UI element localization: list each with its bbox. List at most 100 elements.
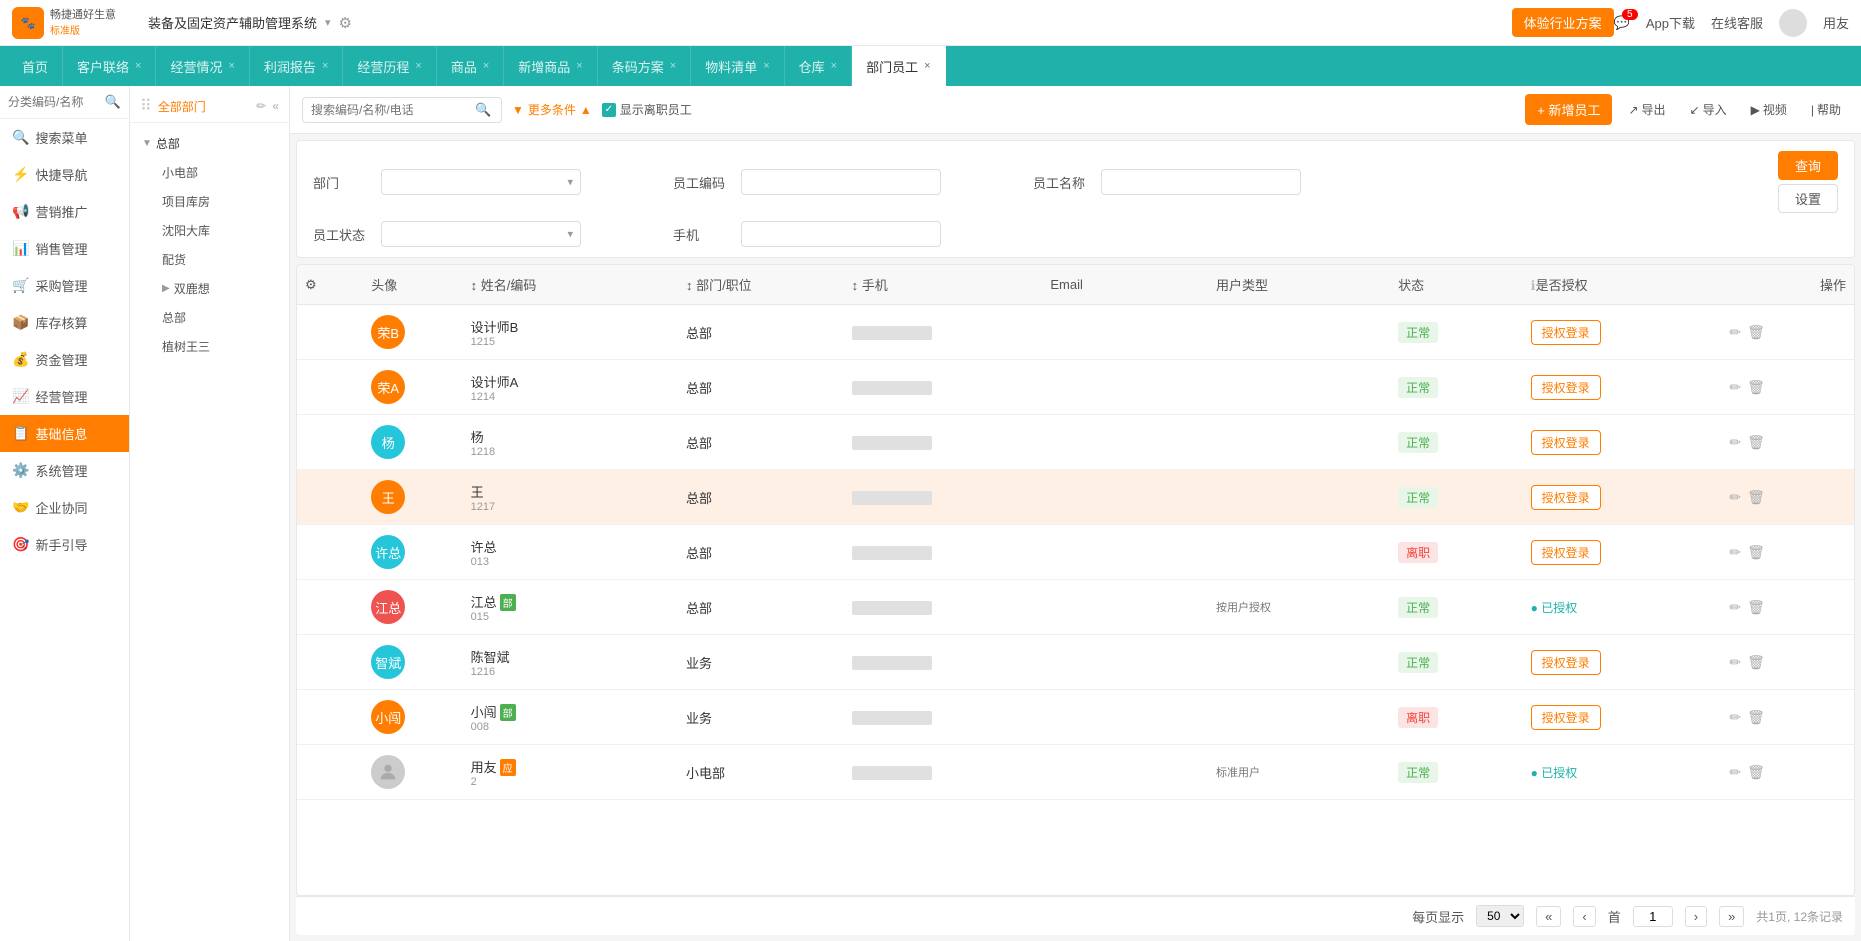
nav-tab-仓库[interactable]: 仓库 × [785, 46, 852, 86]
sidebar-item-快捷导航[interactable]: ⚡快捷导航 [0, 156, 129, 193]
import-btn[interactable]: ↙ 导入 [1682, 97, 1735, 122]
page-size-select[interactable]: 50 [1476, 905, 1524, 927]
close-tab-icon[interactable]: × [228, 60, 234, 72]
export-btn[interactable]: ↗ 导出 [1620, 97, 1673, 122]
auth-login-btn[interactable]: 授权登录 [1531, 485, 1601, 510]
system-title-dropdown[interactable]: ▾ [325, 16, 331, 29]
query-button[interactable]: 查询 [1778, 151, 1838, 180]
nav-tab-利润报告[interactable]: 利润报告 × [250, 46, 343, 86]
employee-name-input[interactable] [1101, 169, 1301, 195]
edit-icon[interactable]: ✏ [1729, 599, 1741, 616]
show-resigned-toggle[interactable]: ✓ 显示离职员工 [602, 101, 692, 118]
delete-icon[interactable]: 🗑 [1747, 709, 1765, 726]
sidebar-item-搜索菜单[interactable]: 🔍搜索菜单 [0, 119, 129, 156]
sidebar-item-库存核算[interactable]: 📦库存核算 [0, 304, 129, 341]
online-service-link[interactable]: 在线客服 [1711, 13, 1763, 32]
nav-tab-新增商品[interactable]: 新增商品 × [504, 46, 597, 86]
status-select[interactable] [381, 221, 581, 247]
sidebar-item-企业协同[interactable]: 🤝企业协同 [0, 489, 129, 526]
settings-icon[interactable]: ⚙ [339, 14, 352, 32]
first-page-btn[interactable]: « [1536, 906, 1561, 927]
employee-code-input[interactable] [741, 169, 941, 195]
dept-collapse-icon[interactable]: « [272, 99, 279, 113]
close-tab-icon[interactable]: × [831, 60, 837, 72]
sidebar-item-经营管理[interactable]: 📈经营管理 [0, 378, 129, 415]
page-number-input[interactable] [1633, 906, 1673, 927]
close-tab-icon[interactable]: × [322, 60, 328, 72]
sort-phone-icon[interactable]: ↕ [852, 278, 859, 293]
sidebar-item-资金管理[interactable]: 💰资金管理 [0, 341, 129, 378]
delete-icon[interactable]: 🗑 [1747, 764, 1765, 781]
nav-tab-条码方案[interactable]: 条码方案 × [598, 46, 691, 86]
edit-icon[interactable]: ✏ [1729, 379, 1741, 396]
close-tab-icon[interactable]: × [924, 60, 930, 72]
more-filters-btn[interactable]: ▼ 更多条件 ▲ [512, 101, 592, 118]
close-tab-icon[interactable]: × [670, 60, 676, 72]
prev-page-btn[interactable]: ‹ [1573, 906, 1595, 927]
delete-icon[interactable]: 🗑 [1747, 379, 1765, 396]
dept-node-root[interactable]: ▼ 总部 [130, 129, 289, 158]
auth-login-btn[interactable]: 授权登录 [1531, 540, 1601, 565]
auth-login-btn[interactable]: 授权登录 [1531, 705, 1601, 730]
delete-icon[interactable]: 🗑 [1747, 599, 1765, 616]
edit-icon[interactable]: ✏ [1729, 434, 1741, 451]
search-input[interactable] [311, 103, 471, 117]
edit-icon[interactable]: ✏ [1729, 654, 1741, 671]
dept-node-zhishu[interactable]: 植树王三 [150, 332, 289, 361]
sort-dept-icon[interactable]: ↕ [686, 278, 693, 293]
edit-icon[interactable]: ✏ [1729, 709, 1741, 726]
delete-icon[interactable]: 🗑 [1747, 489, 1765, 506]
dept-node-zongbu[interactable]: 总部 [150, 303, 289, 332]
sort-name-icon[interactable]: ↕ [471, 278, 478, 293]
view-btn[interactable]: ▶ 视频 [1743, 97, 1795, 122]
nav-tab-首页[interactable]: 首页 [8, 46, 63, 86]
close-tab-icon[interactable]: × [763, 60, 769, 72]
close-tab-icon[interactable]: × [483, 60, 489, 72]
dept-node-xiangmu[interactable]: 项目库房 [150, 187, 289, 216]
sidebar-search-input[interactable] [8, 95, 105, 109]
nav-tab-经营情况[interactable]: 经营情况 × [156, 46, 249, 86]
nav-tab-部门员工[interactable]: 部门员工 × [852, 46, 945, 86]
close-tab-icon[interactable]: × [576, 60, 582, 72]
nav-tab-客户联络[interactable]: 客户联络 × [63, 46, 156, 86]
sidebar-item-基础信息[interactable]: 📋基础信息 [0, 415, 129, 452]
delete-icon[interactable]: 🗑 [1747, 654, 1765, 671]
app-download-link[interactable]: App下载 [1646, 13, 1695, 32]
edit-icon[interactable]: ✏ [1729, 764, 1741, 781]
sidebar-item-系统管理[interactable]: ⚙️系统管理 [0, 452, 129, 489]
sidebar-item-新手引导[interactable]: 🎯新手引导 [0, 526, 129, 563]
delete-icon[interactable]: 🗑 [1747, 434, 1765, 451]
dept-node-shuanglu[interactable]: ▶ 双鹿想 [150, 274, 289, 303]
phone-input[interactable] [741, 221, 941, 247]
edit-icon[interactable]: ✏ [1729, 544, 1741, 561]
delete-icon[interactable]: 🗑 [1747, 324, 1765, 341]
auth-login-btn[interactable]: 授权登录 [1531, 375, 1601, 400]
auth-login-btn[interactable]: 授权登录 [1531, 320, 1601, 345]
dept-node-xiaodibu[interactable]: 小电部 [150, 158, 289, 187]
dept-select[interactable] [381, 169, 581, 195]
sidebar-item-营销推广[interactable]: 📢营销推广 [0, 193, 129, 230]
auth-login-btn[interactable]: 授权登录 [1531, 430, 1601, 455]
auth-login-btn[interactable]: 授权登录 [1531, 650, 1601, 675]
nav-tab-经营历程[interactable]: 经营历程 × [343, 46, 436, 86]
dept-node-peihuo[interactable]: 配货 [150, 245, 289, 274]
help-btn[interactable]: | 帮助 [1803, 97, 1849, 122]
dept-node-shenyang[interactable]: 沈阳大库 [150, 216, 289, 245]
sidebar-item-采购管理[interactable]: 🛒采购管理 [0, 267, 129, 304]
user-avatar[interactable] [1779, 9, 1807, 37]
close-tab-icon[interactable]: × [135, 60, 141, 72]
nav-tab-物料清单[interactable]: 物料清单 × [691, 46, 784, 86]
dept-edit-icon[interactable]: ✏ [256, 99, 266, 113]
edit-icon[interactable]: ✏ [1729, 324, 1741, 341]
edit-icon[interactable]: ✏ [1729, 489, 1741, 506]
set-button[interactable]: 设置 [1778, 184, 1838, 213]
trial-button[interactable]: 体验行业方案 [1512, 8, 1614, 37]
nav-tab-商品[interactable]: 商品 × [437, 46, 504, 86]
sidebar-item-销售管理[interactable]: 📊销售管理 [0, 230, 129, 267]
next-page-btn[interactable]: › [1685, 906, 1707, 927]
delete-icon[interactable]: 🗑 [1747, 544, 1765, 561]
add-employee-button[interactable]: + 新增员工 [1525, 94, 1612, 125]
message-icon[interactable]: 💬 5 [1614, 15, 1630, 31]
last-page-btn[interactable]: » [1719, 906, 1744, 927]
close-tab-icon[interactable]: × [415, 60, 421, 72]
